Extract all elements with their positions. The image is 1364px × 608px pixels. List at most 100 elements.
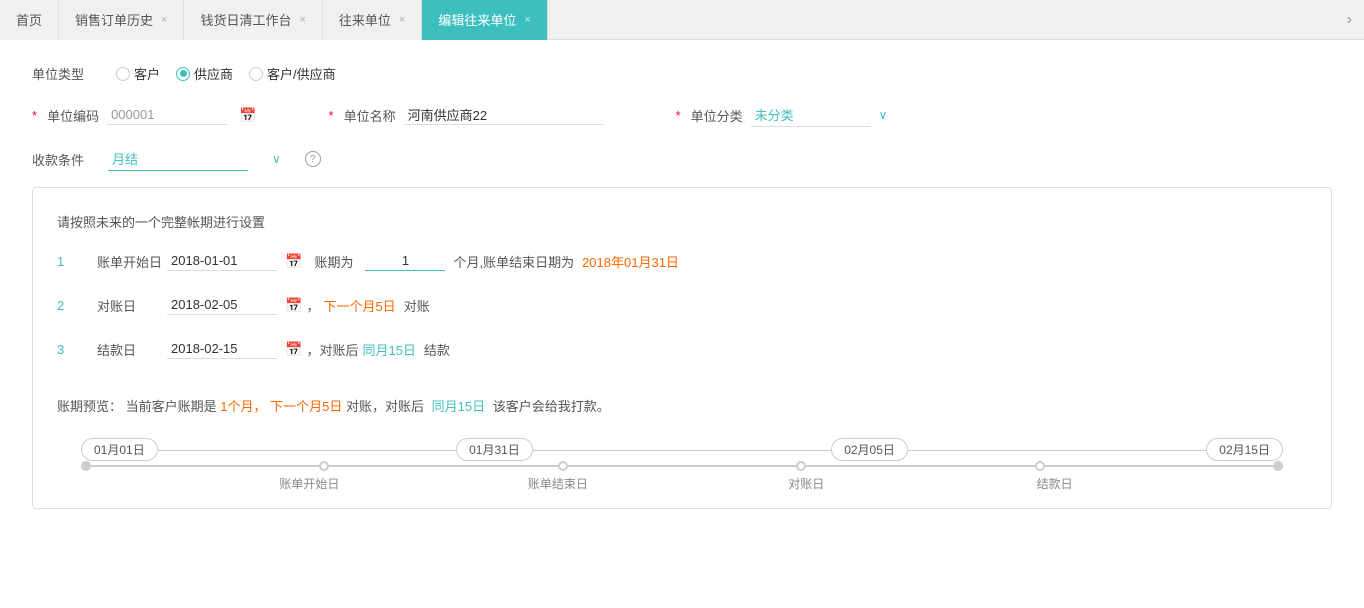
start-date-input[interactable] [167, 251, 277, 271]
tl-badge-1: 01月01日 [81, 438, 158, 461]
tab-partner-label: 往来单位 [339, 10, 391, 29]
reconcile-suffix: 对账 [404, 296, 430, 315]
radio-both-circle [249, 67, 263, 81]
month-input[interactable] [365, 251, 445, 271]
tl-dot-right [1273, 461, 1283, 471]
radio-customer-circle [116, 67, 130, 81]
row-num-2: 2 [57, 298, 81, 313]
row-num-1: 1 [57, 254, 81, 269]
tl-dot-3 [796, 461, 806, 471]
period-suffix-before: 账期为 [314, 252, 353, 271]
payment-date-calendar-icon[interactable]: 📅 [285, 341, 302, 358]
timeline-badges-row: 01月01日 01月31日 02月05日 02月15日 [81, 438, 1283, 461]
payment-suffix: 结款 [424, 340, 450, 359]
unit-name-group: * 单位名称 [329, 105, 604, 125]
field-value-3: 📅 ，对账后 同月15日 结款 [167, 339, 450, 359]
radio-customer[interactable]: 客户 [116, 64, 160, 83]
timeline-container: 01月01日 01月31日 02月05日 02月15日 [57, 438, 1307, 492]
radio-both[interactable]: 客户/供应商 [249, 64, 336, 83]
radio-both-label: 客户/供应商 [267, 64, 336, 83]
help-icon[interactable]: ? [305, 151, 321, 167]
payment-terms-chevron-icon: ∨ [272, 152, 281, 166]
field-value-1: 📅 账期为 个月,账单结束日期为 2018年01月31日 [167, 251, 679, 271]
tab-cash-work[interactable]: 钱货日清工作台 × [184, 0, 322, 40]
tl-badge-3: 02月05日 [831, 438, 908, 461]
payment-highlight: 同月15日 [362, 340, 415, 359]
unit-fields-row: * 单位编码 📅 * 单位名称 * 单位分类 未分类 ∨ [32, 103, 1332, 127]
unit-name-label: 单位名称 [344, 106, 396, 125]
start-date-calendar-icon[interactable]: 📅 [285, 253, 302, 270]
chevron-down-icon: ∨ [879, 108, 888, 122]
tl-dot-2 [558, 461, 568, 471]
payment-date-input[interactable] [167, 339, 277, 359]
tl-line-right [1045, 465, 1273, 467]
main-content: 单位类型 客户 供应商 客户/供应商 * 单位编码 📅 * 单位名称 [0, 40, 1364, 608]
tl-dot-1 [319, 461, 329, 471]
preview-text2: 下一个月5日 [270, 399, 342, 414]
tl-node-4: 02月15日 [1206, 438, 1283, 461]
radio-group-unit-type: 客户 供应商 客户/供应商 [116, 64, 336, 83]
unit-category-group: * 单位分类 未分类 ∨ [676, 103, 888, 127]
preview-highlight1: 1个月， [220, 399, 266, 414]
tl-node-2: 01月31日 [456, 438, 533, 461]
tab-home-label: 首页 [16, 10, 42, 29]
radio-supplier-circle [176, 67, 190, 81]
field-value-2: 📅 ， 下一个月5日 对账 [167, 295, 430, 315]
tl-line-2 [533, 450, 831, 451]
tab-edit-partner-close[interactable]: × [524, 14, 530, 26]
card-title: 请按照未来的一个完整帐期进行设置 [57, 212, 1307, 231]
card-row-1: 1 账单开始日 📅 账期为 个月,账单结束日期为 2018年01月31日 [57, 251, 1307, 271]
tab-partner[interactable]: 往来单位 × [323, 0, 422, 40]
preview-text1: 当前客户账期是 [126, 399, 217, 414]
preview-section: 账期预览： 当前客户账期是 1个月， 下一个月5日 对账，对账后 同月15日 该… [57, 383, 1307, 492]
unit-code-input[interactable] [107, 105, 227, 125]
unit-type-label: 单位类型 [32, 64, 84, 83]
tab-sales-history-close[interactable]: × [161, 14, 167, 26]
payment-terms-row: 收款条件 月结 ∨ ? [32, 147, 1332, 171]
reconcile-date-calendar-icon[interactable]: 📅 [285, 297, 302, 314]
unit-code-group: * 单位编码 📅 [32, 105, 257, 125]
timeline-labels-row: 账单开始日 账单结束日 对账日 结款日 [81, 475, 1283, 492]
tab-cash-work-close[interactable]: × [299, 14, 305, 26]
payment-terms-value: 月结 [112, 149, 138, 168]
tl-line-3 [908, 450, 1206, 451]
tl-line-m3 [806, 465, 1034, 467]
field-label-2: 对账日 [97, 296, 167, 315]
unit-code-star: * [32, 108, 37, 123]
tl-label-3: 对账日 [776, 475, 836, 492]
unit-category-label: 单位分类 [691, 106, 743, 125]
radio-supplier[interactable]: 供应商 [176, 64, 233, 83]
tab-home[interactable]: 首页 [0, 0, 59, 40]
tab-edit-partner-label: 编辑往来单位 [438, 10, 516, 29]
card-row-2: 2 对账日 📅 ， 下一个月5日 对账 [57, 295, 1307, 315]
tab-partner-close[interactable]: × [399, 14, 405, 26]
unit-code-icon[interactable]: 📅 [239, 107, 256, 124]
timeline-dots-row [81, 461, 1283, 471]
tab-edit-partner[interactable]: 编辑往来单位 × [422, 0, 547, 40]
tl-line-left [91, 465, 319, 467]
tl-label-1: 账单开始日 [279, 475, 339, 492]
period-end-highlight: 2018年01月31日 [582, 252, 679, 271]
tab-scroll-arrow[interactable]: › [1335, 11, 1364, 29]
unit-category-select[interactable]: 未分类 [751, 103, 871, 127]
preview-highlight2: 同月15日 [432, 399, 485, 414]
payment-terms-label: 收款条件 [32, 150, 84, 169]
tl-line-1 [158, 450, 456, 451]
preview-label: 账期预览： [57, 399, 122, 414]
unit-name-input[interactable] [404, 105, 604, 125]
tab-sales-history[interactable]: 销售订单历史 × [59, 0, 184, 40]
reconcile-date-input[interactable] [167, 295, 277, 315]
unit-name-star: * [329, 108, 334, 123]
unit-category-value: 未分类 [755, 105, 794, 124]
tab-bar: 首页 销售订单历史 × 钱货日清工作台 × 往来单位 × 编辑往来单位 × › [0, 0, 1364, 40]
reconcile-highlight: 下一个月5日 [323, 296, 395, 315]
unit-category-star: * [676, 108, 681, 123]
tl-label-2: 账单结束日 [528, 475, 588, 492]
tl-line-m2 [568, 465, 796, 467]
tl-dot-left [81, 461, 91, 471]
preview-text3: 对账，对账后 [346, 399, 424, 414]
unit-type-row: 单位类型 客户 供应商 客户/供应商 [32, 64, 1332, 83]
tl-badge-2: 01月31日 [456, 438, 533, 461]
period-suffix-after: 个月,账单结束日期为 [453, 252, 574, 271]
payment-terms-select[interactable]: 月结 [108, 147, 248, 171]
